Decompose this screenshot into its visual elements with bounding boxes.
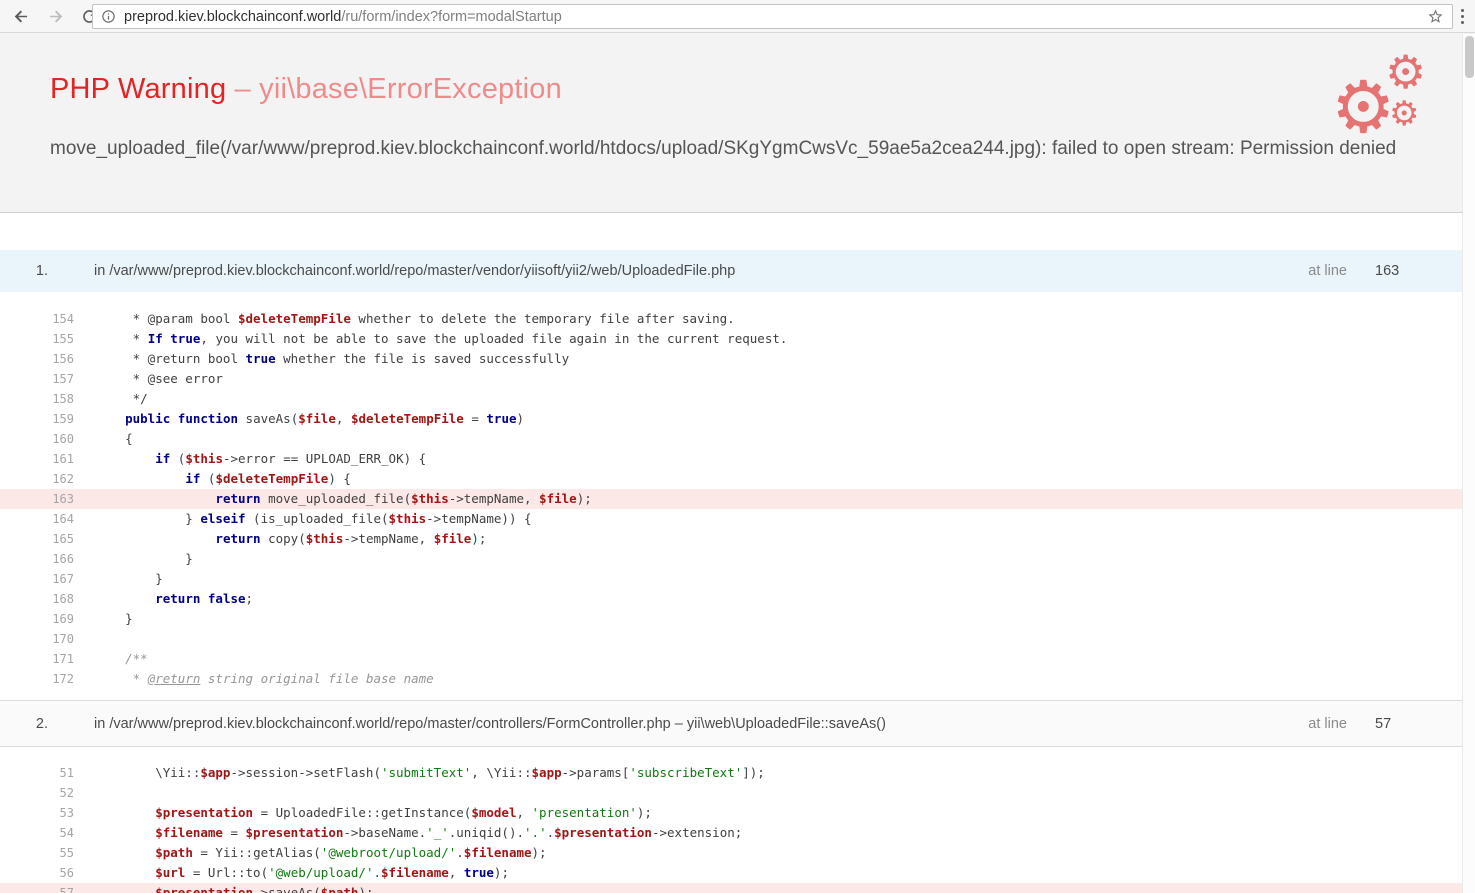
error-type: PHP Warning [50,73,227,105]
code-line: 55 $path = Yii::getAlias('@webroot/uploa… [0,843,1475,863]
code-line: 167 } [0,569,1475,589]
code-line: 171 /** [0,649,1475,669]
url-path: /ru/form/index?form=modalStartup [341,8,562,25]
line-number-gutter: 51 [59,766,74,780]
line-number-gutter: 53 [59,806,74,820]
line-number: 57 [1375,715,1392,732]
line-number-gutter: 52 [59,786,74,800]
code-line: 169 } [0,609,1475,629]
line-number-gutter: 166 [52,552,74,566]
gears-icon: ⚙ ⚙ ⚙ [1331,49,1426,143]
code-line: 170 [0,629,1475,649]
line-number-gutter: 57 [59,886,74,893]
page-title: PHP Warning – yii\base\ErrorException [50,73,562,105]
error-header: PHP Warning – yii\base\ErrorException mo… [0,33,1475,213]
line-number-gutter: 155 [52,332,74,346]
spacer [0,213,1475,250]
code-line: 165 return copy($this->tempName, $file); [0,529,1475,549]
code-line: 162 if ($deleteTempFile) { [0,469,1475,489]
stack-item-index: 1. [35,263,48,279]
browser-window: preprod.kiev.blockchainconf.world/ru/for… [0,0,1475,893]
address-bar[interactable]: preprod.kiev.blockchainconf.world/ru/for… [92,4,1453,29]
at-line-label: at line [1308,263,1347,279]
code-line: 166 } [0,549,1475,569]
line-number-gutter: 171 [52,652,74,666]
line-number-gutter: 157 [52,372,74,386]
line-number-gutter: 54 [59,826,74,840]
at-line-label: at line [1308,715,1347,732]
error-code-line: 163 return move_uploaded_file($this->tem… [0,489,1475,509]
line-number-gutter: 162 [52,472,74,486]
back-arrow-icon [14,9,27,23]
forward-button[interactable] [40,1,70,31]
line-number-gutter: 170 [52,632,74,646]
gear-small-icon: ⚙ [1389,94,1420,134]
code-line: 53 $presentation = UploadedFile::getInst… [0,803,1475,823]
code-line: 157 * @see error [0,369,1475,389]
code-line: 154 * @param bool $deleteTempFile whethe… [0,309,1475,329]
browser-menu-button[interactable] [1453,7,1471,26]
browser-toolbar: preprod.kiev.blockchainconf.world/ru/for… [0,0,1475,33]
code-line: 51 \Yii::$app->session->setFlash('submit… [0,763,1475,783]
error-code-line: 57 $presentation->saveAs($path); [0,883,1475,893]
bookmark-star-icon[interactable] [1427,8,1444,25]
line-number-gutter: 160 [52,432,74,446]
page-info-icon[interactable] [101,9,116,24]
line-number-gutter: 168 [52,592,74,606]
code-line: 158 */ [0,389,1475,409]
line-number-gutter: 156 [52,352,74,366]
line-number-gutter: 164 [52,512,74,526]
line-number-gutter: 154 [52,312,74,326]
stack-item-1-header[interactable]: 1. in /var/www/preprod.kiev.blockchainco… [0,250,1475,292]
line-number: 163 [1375,263,1400,279]
code-line: 164 } elseif (is_uploaded_file($this->te… [0,509,1475,529]
vertical-scrollbar[interactable] [1462,34,1475,893]
stack-item-location: in /var/www/preprod.kiev.blockchainconf.… [94,263,736,279]
line-number-gutter: 158 [52,392,74,406]
error-message: move_uploaded_file(/var/www/preprod.kiev… [50,138,1397,159]
code-snippet-2: 51 \Yii::$app->session->setFlash('submit… [0,747,1475,893]
code-line: 159 public function saveAs($file, $delet… [0,409,1475,429]
code-line: 52 [0,783,1475,803]
code-line: 160 { [0,429,1475,449]
url-text[interactable]: preprod.kiev.blockchainconf.world/ru/for… [124,9,1427,25]
line-number-gutter: 169 [52,612,74,626]
line-number-gutter: 55 [59,846,74,860]
code-line: 155 * If true, you will not be able to s… [0,329,1475,349]
line-number-gutter: 56 [59,866,74,880]
code-snippet-1: 154 * @param bool $deleteTempFile whethe… [0,292,1475,700]
exception-class: yii\base\ErrorException [259,73,562,105]
line-number-gutter: 165 [52,532,74,546]
code-line: 172 * @return string original file base … [0,669,1475,689]
stack-item-2-header[interactable]: 2. in /var/www/preprod.kiev.blockchainco… [0,700,1475,747]
line-number-gutter: 167 [52,572,74,586]
line-number-gutter: 172 [52,672,74,686]
stack-item-index: 2. [35,715,48,732]
line-number-gutter: 163 [52,492,74,506]
code-line: 168 return false; [0,589,1475,609]
scrollbar-thumb[interactable] [1465,36,1474,78]
stack-item-location: in /var/www/preprod.kiev.blockchainconf.… [94,715,886,732]
code-line: 56 $url = Url::to('@web/upload/'.$filena… [0,863,1475,883]
code-line: 161 if ($this->error == UPLOAD_ERR_OK) { [0,449,1475,469]
line-number-gutter: 161 [52,452,74,466]
gear-medium-icon: ⚙ [1385,45,1427,99]
back-button[interactable] [6,1,36,31]
url-domain: preprod.kiev.blockchainconf.world [124,8,342,25]
forward-arrow-icon [49,9,62,23]
code-line: 54 $filename = $presentation->baseName.'… [0,823,1475,843]
line-number-gutter: 159 [52,412,74,426]
code-line: 156 * @return bool true whether the file… [0,349,1475,369]
